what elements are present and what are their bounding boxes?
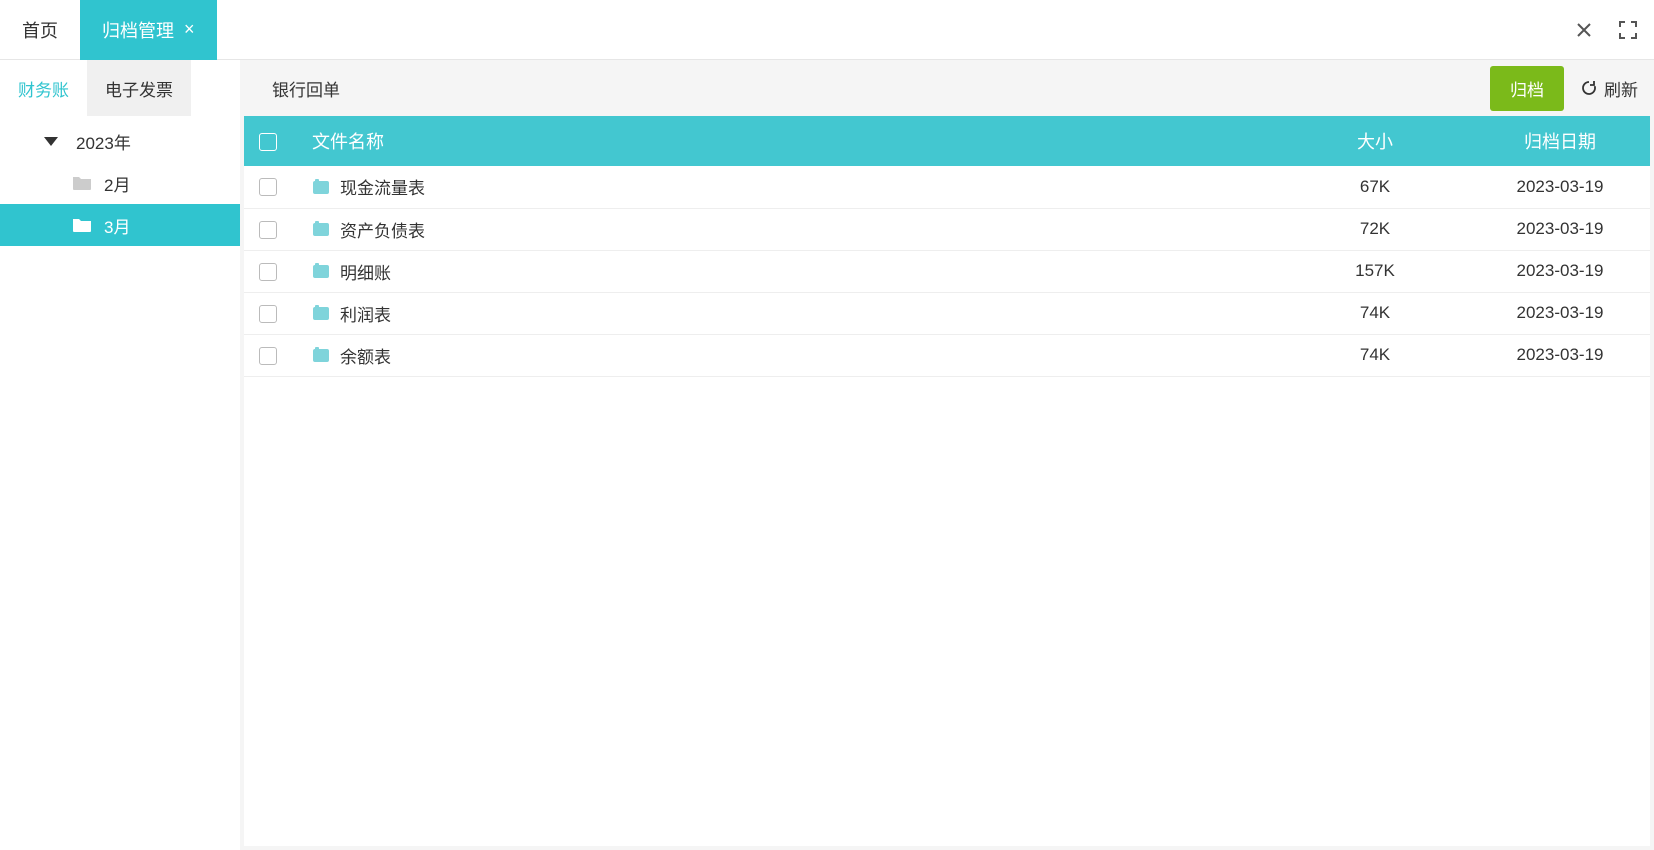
row-checkbox[interactable] bbox=[259, 178, 277, 196]
close-icon bbox=[1574, 20, 1594, 40]
col-header-size[interactable]: 大小 bbox=[1280, 116, 1470, 166]
category-tab-label: 银行回单 bbox=[272, 76, 340, 101]
tree-node-month[interactable]: 2月 bbox=[0, 162, 240, 204]
row-checkbox[interactable] bbox=[259, 305, 277, 323]
col-header-name[interactable]: 文件名称 bbox=[292, 116, 1280, 166]
file-size: 74K bbox=[1360, 345, 1390, 364]
folder-icon bbox=[72, 217, 92, 233]
tab-archive-label: 归档管理 bbox=[102, 17, 174, 43]
refresh-icon bbox=[1580, 79, 1598, 97]
table-row[interactable]: 利润表 74K 2023-03-19 bbox=[244, 292, 1650, 334]
toolbar: 银行回单 归档 刷新 bbox=[240, 60, 1654, 116]
category-tab-label: 电子发票 bbox=[105, 76, 173, 101]
fullscreen-icon bbox=[1618, 20, 1638, 40]
file-size: 74K bbox=[1360, 303, 1390, 322]
table-row[interactable]: 资产负债表 72K 2023-03-19 bbox=[244, 208, 1650, 250]
refresh-button-label: 刷新 bbox=[1604, 76, 1638, 101]
tree-node-year[interactable]: 2023年 bbox=[0, 120, 240, 162]
file-icon bbox=[312, 346, 330, 364]
file-date: 2023-03-19 bbox=[1517, 303, 1604, 322]
table-header-row: 文件名称 大小 归档日期 bbox=[244, 116, 1650, 166]
folder-tree: 2023年 2月 3月 bbox=[0, 116, 240, 246]
file-date: 2023-03-19 bbox=[1517, 345, 1604, 364]
tree-month-label: 3月 bbox=[104, 213, 130, 238]
file-date: 2023-03-19 bbox=[1517, 177, 1604, 196]
category-tab-bank[interactable]: 银行回单 bbox=[254, 76, 358, 101]
select-all-checkbox[interactable] bbox=[259, 133, 277, 151]
file-size: 67K bbox=[1360, 177, 1390, 196]
col-header-date[interactable]: 归档日期 bbox=[1470, 116, 1650, 166]
file-date: 2023-03-19 bbox=[1517, 219, 1604, 238]
category-tab-finance[interactable]: 财务账 bbox=[0, 60, 87, 116]
file-icon bbox=[312, 220, 330, 238]
tab-home[interactable]: 首页 bbox=[0, 0, 80, 60]
tree-year-label: 2023年 bbox=[76, 129, 131, 154]
file-icon bbox=[312, 304, 330, 322]
file-name: 资产负债表 bbox=[340, 217, 425, 242]
tab-home-label: 首页 bbox=[22, 17, 58, 43]
tree-node-month[interactable]: 3月 bbox=[0, 204, 240, 246]
file-name: 利润表 bbox=[340, 301, 391, 326]
folder-icon bbox=[72, 175, 92, 191]
top-tab-bar: 首页 归档管理 × bbox=[0, 0, 1654, 60]
file-name: 余额表 bbox=[340, 343, 391, 368]
fullscreen-button[interactable] bbox=[1616, 18, 1640, 42]
category-tabs: 财务账 电子发票 bbox=[0, 60, 240, 116]
left-panel: 财务账 电子发票 2023年 2月 bbox=[0, 60, 240, 850]
chevron-down-icon bbox=[44, 137, 58, 146]
archive-button-label: 归档 bbox=[1510, 81, 1544, 100]
row-checkbox[interactable] bbox=[259, 221, 277, 239]
row-checkbox[interactable] bbox=[259, 263, 277, 281]
category-tab-label: 财务账 bbox=[18, 76, 69, 101]
file-name: 明细账 bbox=[340, 259, 391, 284]
file-size: 72K bbox=[1360, 219, 1390, 238]
file-size: 157K bbox=[1355, 261, 1395, 280]
archive-button[interactable]: 归档 bbox=[1490, 66, 1564, 111]
category-tab-einvoice[interactable]: 电子发票 bbox=[87, 60, 191, 116]
refresh-button[interactable]: 刷新 bbox=[1580, 76, 1638, 101]
file-date: 2023-03-19 bbox=[1517, 261, 1604, 280]
right-panel: 银行回单 归档 刷新 文件名称 大小 bbox=[240, 60, 1654, 850]
table-row[interactable]: 明细账 157K 2023-03-19 bbox=[244, 250, 1650, 292]
file-name: 现金流量表 bbox=[340, 174, 425, 199]
table-row[interactable]: 余额表 74K 2023-03-19 bbox=[244, 334, 1650, 376]
file-icon bbox=[312, 262, 330, 280]
table-row[interactable]: 现金流量表 67K 2023-03-19 bbox=[244, 166, 1650, 208]
close-window-button[interactable] bbox=[1572, 18, 1596, 42]
close-icon[interactable]: × bbox=[184, 19, 195, 40]
file-icon bbox=[312, 178, 330, 196]
tab-archive[interactable]: 归档管理 × bbox=[80, 0, 217, 60]
file-table: 文件名称 大小 归档日期 现金流量表 67K 2023-03-19 bbox=[244, 116, 1650, 377]
row-checkbox[interactable] bbox=[259, 347, 277, 365]
tree-month-label: 2月 bbox=[104, 171, 130, 196]
